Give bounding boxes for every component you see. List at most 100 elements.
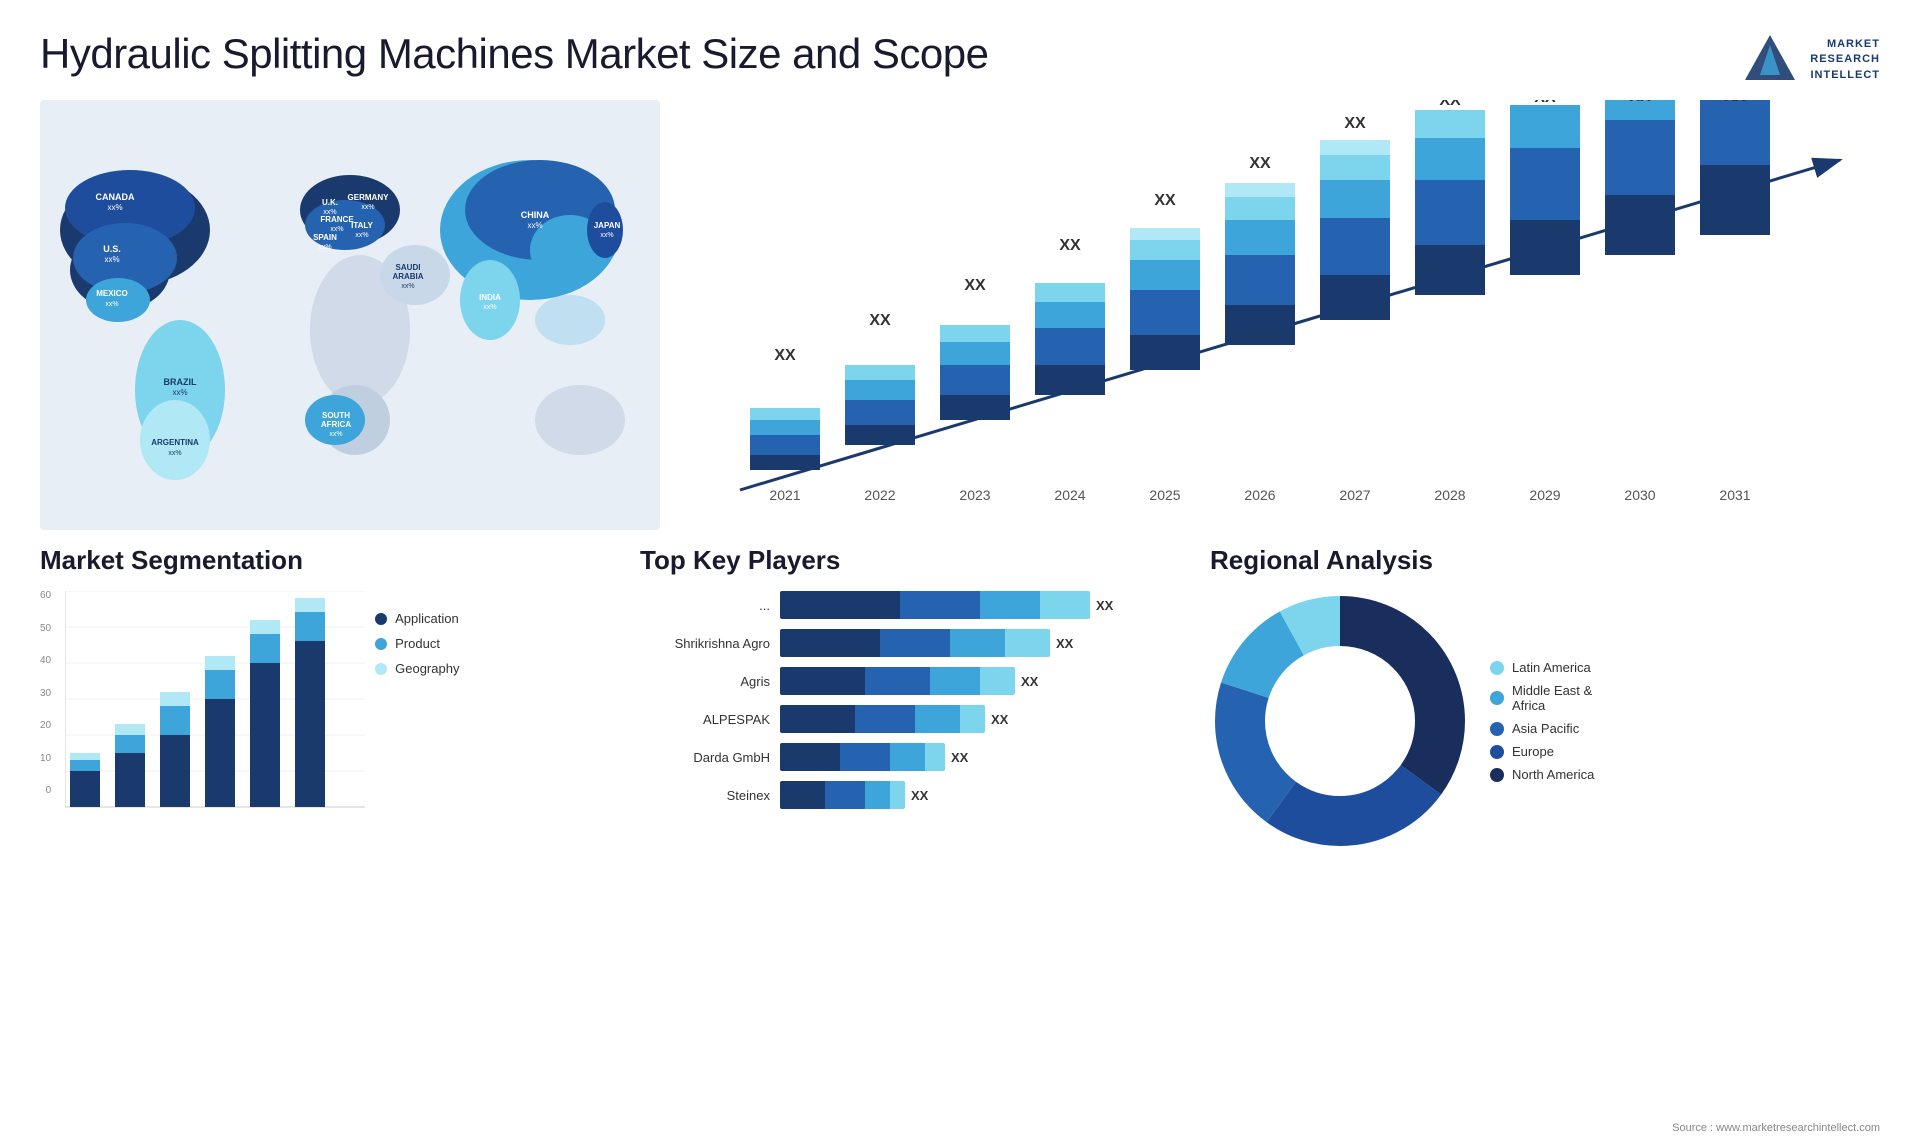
svg-text:xx%: xx%	[361, 204, 374, 211]
player-name-3: Agris	[640, 674, 770, 689]
y-label-10: 10	[40, 754, 51, 764]
latin-america-swatch	[1490, 661, 1504, 675]
player-row-1: ... XX	[640, 591, 1180, 619]
legend-product: Product	[375, 636, 459, 651]
geography-dot	[375, 663, 387, 675]
svg-text:CANADA: CANADA	[96, 192, 135, 202]
player-list: ... XX Shrikrishna Agro	[640, 591, 1180, 809]
player-value-4: XX	[991, 712, 1008, 727]
legend-application: Application	[375, 611, 459, 626]
svg-text:XX: XX	[869, 312, 891, 329]
svg-text:xx%: xx%	[168, 450, 181, 457]
svg-text:SPAIN: SPAIN	[313, 233, 337, 242]
top-row: CANADA xx% U.S. xx% MEXICO xx% BRAZIL xx…	[0, 100, 1920, 540]
svg-text:xx%: xx%	[483, 304, 496, 311]
svg-text:xx%: xx%	[107, 203, 122, 212]
y-label-50: 50	[40, 624, 51, 634]
svg-text:ARGENTINA: ARGENTINA	[151, 438, 199, 447]
svg-text:xx%: xx%	[104, 255, 119, 264]
svg-text:xx%: xx%	[318, 244, 331, 251]
legend-geography: Geography	[375, 661, 459, 676]
svg-text:xx%: xx%	[105, 301, 118, 308]
donut-legend: Latin America Middle East &Africa Asia P…	[1490, 660, 1594, 782]
svg-text:2025: 2025	[1149, 487, 1180, 503]
key-players-section: Top Key Players ... XX Shrikrishna Ag	[620, 545, 1200, 851]
europe-swatch	[1490, 745, 1504, 759]
svg-text:XX: XX	[1249, 155, 1271, 172]
svg-text:INDIA: INDIA	[479, 293, 501, 302]
player-row-5: Darda GmbH XX	[640, 743, 1180, 771]
svg-text:xx%: xx%	[401, 283, 414, 290]
segmentation-chart-svg: 2021 2022 2023 2024	[65, 591, 365, 811]
player-name-5: Darda GmbH	[640, 750, 770, 765]
player-row-4: ALPESPAK XX	[640, 705, 1180, 733]
application-dot	[375, 613, 387, 625]
svg-text:ITALY: ITALY	[351, 221, 373, 230]
svg-text:2028: 2028	[1434, 487, 1465, 503]
player-row-2: Shrikrishna Agro XX	[640, 629, 1180, 657]
svg-text:MEXICO: MEXICO	[96, 289, 128, 298]
logo-area: MARKET RESEARCH INTELLECT	[1740, 30, 1880, 90]
player-row-6: Steinex XX	[640, 781, 1180, 809]
svg-text:BRAZIL: BRAZIL	[164, 377, 197, 387]
y-label-40: 40	[40, 656, 51, 666]
svg-text:2029: 2029	[1529, 487, 1560, 503]
regional-title: Regional Analysis	[1210, 545, 1880, 576]
source-text: Source : www.marketresearchintellect.com	[1672, 1122, 1880, 1134]
svg-text:xx%: xx%	[355, 232, 368, 239]
svg-text:2024: 2024	[1054, 487, 1085, 503]
svg-text:xx%: xx%	[527, 221, 542, 230]
svg-text:SOUTH: SOUTH	[322, 411, 350, 420]
world-map-section: CANADA xx% U.S. xx% MEXICO xx% BRAZIL xx…	[40, 100, 660, 540]
legend-latin-america: Latin America	[1490, 660, 1594, 675]
legend-middle-east: Middle East &Africa	[1490, 683, 1594, 713]
svg-text:U.K.: U.K.	[322, 198, 338, 207]
svg-text:XX: XX	[1724, 100, 1746, 105]
player-value-5: XX	[951, 750, 968, 765]
page-header: Hydraulic Splitting Machines Market Size…	[0, 0, 1920, 100]
y-label-30: 30	[40, 689, 51, 699]
bar-chart-section: XX 2021 XX 2022 XX 2023 XX 2024	[660, 100, 1880, 530]
player-name-6: Steinex	[640, 788, 770, 803]
middle-east-swatch	[1490, 691, 1504, 705]
player-bar-1: XX	[780, 591, 1180, 619]
bottom-row: Market Segmentation 60 50 40 30 20 10 0	[0, 540, 1920, 851]
world-map-svg: CANADA xx% U.S. xx% MEXICO xx% BRAZIL xx…	[40, 100, 660, 530]
segmentation-legend: Application Product Geography	[375, 591, 459, 676]
svg-text:2021: 2021	[769, 487, 800, 503]
player-bar-3: XX	[780, 667, 1180, 695]
y-label-60: 60	[40, 591, 51, 601]
legend-asia-pacific: Asia Pacific	[1490, 721, 1594, 736]
svg-text:U.S.: U.S.	[103, 244, 121, 254]
player-bar-4: XX	[780, 705, 1180, 733]
key-players-title: Top Key Players	[640, 545, 1180, 576]
player-row-3: Agris XX	[640, 667, 1180, 695]
player-value-1: XX	[1096, 598, 1113, 613]
svg-text:XX: XX	[1534, 100, 1556, 106]
player-bar-2: XX	[780, 629, 1180, 657]
svg-text:JAPAN: JAPAN	[594, 221, 621, 230]
svg-text:xx%: xx%	[172, 388, 187, 397]
svg-text:2030: 2030	[1624, 487, 1655, 503]
player-value-6: XX	[911, 788, 928, 803]
svg-text:XX: XX	[1344, 115, 1366, 132]
svg-text:2022: 2022	[864, 487, 895, 503]
svg-text:XX: XX	[774, 347, 796, 364]
page-title: Hydraulic Splitting Machines Market Size…	[40, 30, 988, 78]
segmentation-title: Market Segmentation	[40, 545, 590, 576]
north-america-swatch	[1490, 768, 1504, 782]
svg-text:2031: 2031	[1719, 487, 1750, 503]
svg-text:GERMANY: GERMANY	[348, 193, 390, 202]
svg-text:2027: 2027	[1339, 487, 1370, 503]
segmentation-section: Market Segmentation 60 50 40 30 20 10 0	[40, 545, 620, 851]
asia-pacific-swatch	[1490, 722, 1504, 736]
logo-text: MARKET RESEARCH INTELLECT	[1810, 37, 1880, 83]
y-label-20: 20	[40, 721, 51, 731]
player-name-1: ...	[640, 598, 770, 613]
donut-chart-svg	[1210, 591, 1470, 851]
svg-text:AFRICA: AFRICA	[321, 420, 351, 429]
player-name-2: Shrikrishna Agro	[640, 636, 770, 651]
donut-container: Latin America Middle East &Africa Asia P…	[1210, 591, 1880, 851]
svg-text:XX: XX	[1154, 192, 1176, 209]
svg-text:XX: XX	[964, 277, 986, 294]
